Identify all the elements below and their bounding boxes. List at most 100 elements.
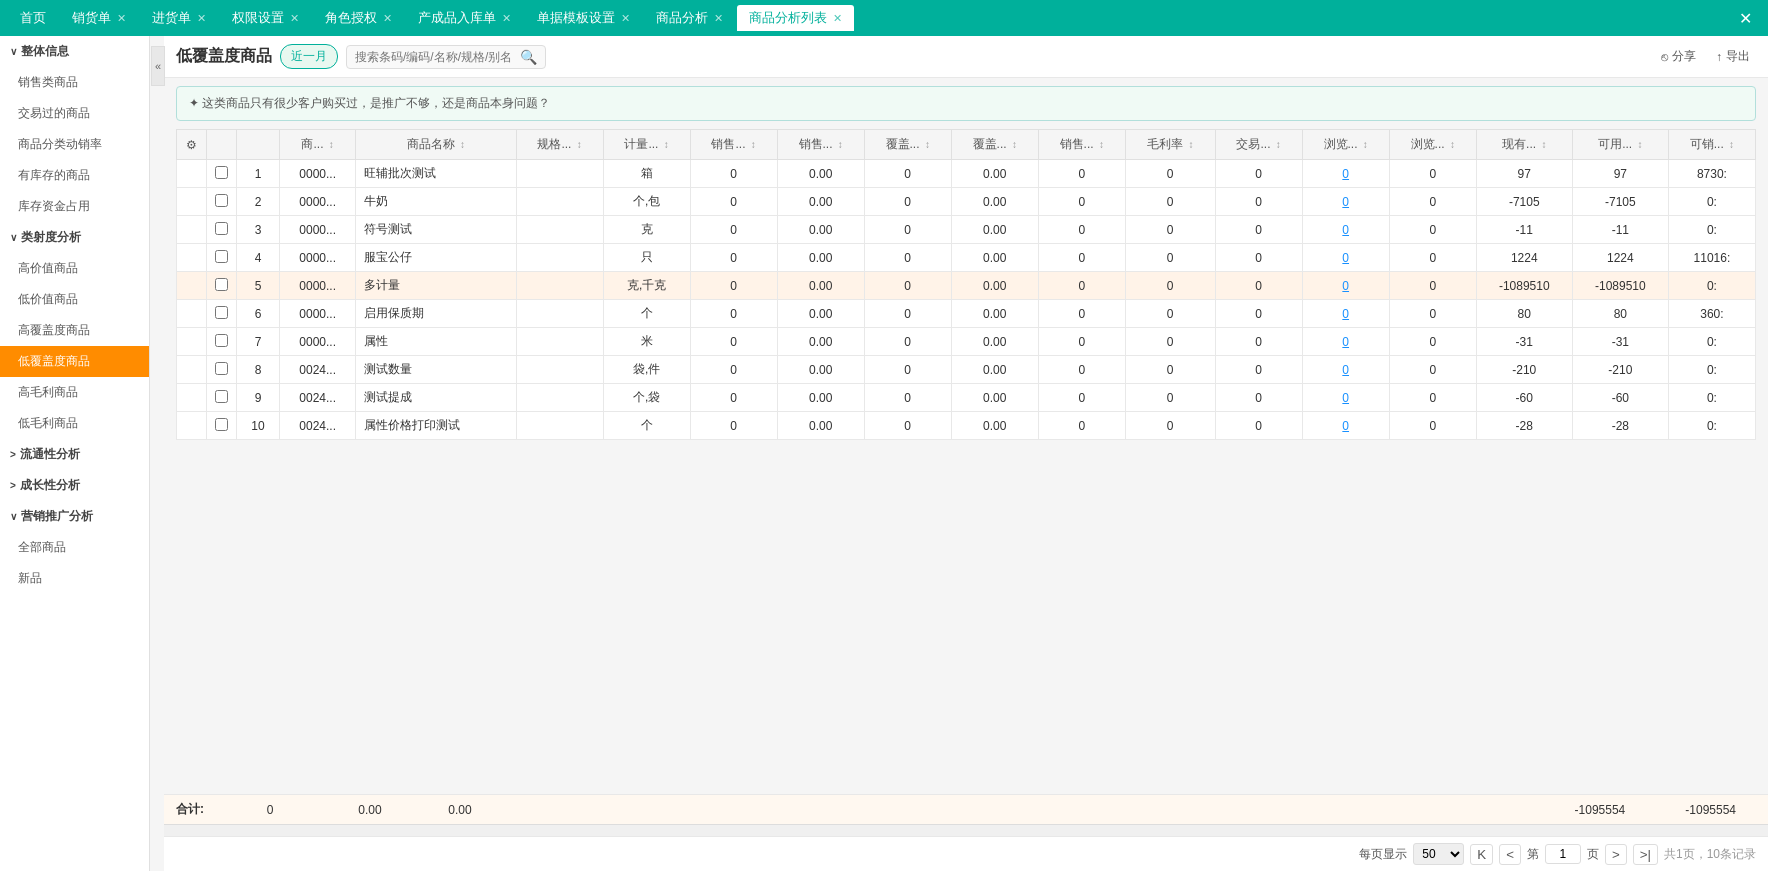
cell-checkbox[interactable] — [207, 160, 237, 188]
first-page-button[interactable]: K — [1470, 844, 1493, 865]
sidebar-item-capital-occupy[interactable]: 库存资金占用 — [0, 191, 149, 222]
sidebar-group-marketing[interactable]: ∨ 营销推广分析 — [0, 501, 149, 532]
last-page-button[interactable]: >| — [1633, 844, 1658, 865]
cell-browse1[interactable]: 0 — [1302, 384, 1389, 412]
browse1-link[interactable]: 0 — [1342, 251, 1349, 265]
next-page-button[interactable]: > — [1605, 844, 1627, 865]
nav-tab-permissions[interactable]: 权限设置 ✕ — [220, 5, 311, 31]
browse1-link[interactable]: 0 — [1342, 307, 1349, 321]
th-unit[interactable]: 计量... ↕ — [603, 130, 690, 160]
th-code[interactable]: 商... ↕ — [280, 130, 356, 160]
th-settings[interactable]: ⚙ — [177, 130, 207, 160]
search-input[interactable] — [355, 50, 520, 64]
nav-tab-products-in-close[interactable]: ✕ — [502, 12, 511, 25]
sidebar-item-low-value[interactable]: 低价值商品 — [0, 284, 149, 315]
th-transaction[interactable]: 交易... ↕ — [1215, 130, 1302, 160]
th-available[interactable]: 可用... ↕ — [1572, 130, 1668, 160]
page-size-select[interactable]: 50 100 200 — [1413, 843, 1464, 865]
browse1-link[interactable]: 0 — [1342, 335, 1349, 349]
nav-tab-sales[interactable]: 销货单 ✕ — [60, 5, 138, 31]
th-sales-qty[interactable]: 销售... ↕ — [690, 130, 777, 160]
cell-checkbox[interactable] — [207, 188, 237, 216]
cell-checkbox[interactable] — [207, 412, 237, 440]
sidebar-group-growth[interactable]: > 成长性分析 — [0, 470, 149, 501]
browse1-link[interactable]: 0 — [1342, 223, 1349, 237]
sidebar-item-new-products[interactable]: 新品 — [0, 563, 149, 594]
th-spec[interactable]: 规格... ↕ — [516, 130, 603, 160]
browse1-link[interactable]: 0 — [1342, 363, 1349, 377]
sidebar-item-turnover-rate[interactable]: 商品分类动销率 — [0, 129, 149, 160]
th-gross-rate[interactable]: 毛利率 ↕ — [1125, 130, 1215, 160]
cell-browse1[interactable]: 0 — [1302, 328, 1389, 356]
nav-tab-products-in[interactable]: 产成品入库单 ✕ — [406, 5, 523, 31]
row-checkbox[interactable] — [215, 334, 228, 347]
current-page-input[interactable] — [1545, 844, 1581, 864]
th-browse1[interactable]: 浏览... ↕ — [1302, 130, 1389, 160]
export-button[interactable]: ↑ 导出 — [1710, 45, 1756, 68]
filter-recent-month-button[interactable]: 近一月 — [280, 44, 338, 69]
nav-tab-purchase-close[interactable]: ✕ — [197, 12, 206, 25]
row-checkbox[interactable] — [215, 166, 228, 179]
row-checkbox[interactable] — [215, 278, 228, 291]
row-checkbox[interactable] — [215, 222, 228, 235]
cell-checkbox[interactable] — [207, 216, 237, 244]
nav-tab-home[interactable]: 首页 — [8, 5, 58, 31]
nav-tab-analytics[interactable]: 商品分析 ✕ — [644, 5, 735, 31]
browse1-link[interactable]: 0 — [1342, 195, 1349, 209]
table-container[interactable]: ⚙ 商... ↕ 商品名称 ↕ 规格... ↕ 计量... ↕ 销售... ↕ … — [164, 129, 1768, 794]
browse1-link[interactable]: 0 — [1342, 391, 1349, 405]
sidebar-item-sales-products[interactable]: 销售类商品 — [0, 67, 149, 98]
nav-tab-analytics-list-close[interactable]: ✕ — [833, 12, 842, 25]
th-coverage1[interactable]: 覆盖... ↕ — [864, 130, 951, 160]
browse1-link[interactable]: 0 — [1342, 167, 1349, 181]
nav-tab-roles-close[interactable]: ✕ — [383, 12, 392, 25]
sidebar-item-high-coverage[interactable]: 高覆盖度商品 — [0, 315, 149, 346]
th-name[interactable]: 商品名称 ↕ — [356, 130, 516, 160]
sidebar-item-high-value[interactable]: 高价值商品 — [0, 253, 149, 284]
nav-tab-template-close[interactable]: ✕ — [621, 12, 630, 25]
sidebar-item-low-profit[interactable]: 低毛利商品 — [0, 408, 149, 439]
sidebar-item-all-products[interactable]: 全部商品 — [0, 532, 149, 563]
sidebar-group-quality[interactable]: ∨ 类射度分析 — [0, 222, 149, 253]
browse1-link[interactable]: 0 — [1342, 419, 1349, 433]
cell-checkbox[interactable] — [207, 300, 237, 328]
nav-tab-sales-close[interactable]: ✕ — [117, 12, 126, 25]
row-checkbox[interactable] — [215, 194, 228, 207]
cell-browse1[interactable]: 0 — [1302, 160, 1389, 188]
th-browse2[interactable]: 浏览... ↕ — [1389, 130, 1476, 160]
row-checkbox[interactable] — [215, 362, 228, 375]
horizontal-scrollbar[interactable] — [164, 824, 1768, 836]
cell-browse1[interactable]: 0 — [1302, 216, 1389, 244]
cell-browse1[interactable]: 0 — [1302, 412, 1389, 440]
share-button[interactable]: ⎋ 分享 — [1655, 45, 1702, 68]
cell-checkbox[interactable] — [207, 356, 237, 384]
nav-tab-roles[interactable]: 角色授权 ✕ — [313, 5, 404, 31]
sidebar-item-high-profit[interactable]: 高毛利商品 — [0, 377, 149, 408]
sidebar-item-in-stock[interactable]: 有库存的商品 — [0, 160, 149, 191]
th-sellable[interactable]: 可销... ↕ — [1668, 130, 1755, 160]
cell-browse1[interactable]: 0 — [1302, 188, 1389, 216]
row-checkbox[interactable] — [215, 250, 228, 263]
browse1-link[interactable]: 0 — [1342, 279, 1349, 293]
close-all-tabs-button[interactable]: ✕ — [1731, 9, 1760, 28]
th-coverage2[interactable]: 覆盖... ↕ — [951, 130, 1038, 160]
cell-checkbox[interactable] — [207, 328, 237, 356]
nav-tab-permissions-close[interactable]: ✕ — [290, 12, 299, 25]
row-checkbox[interactable] — [215, 418, 228, 431]
cell-browse1[interactable]: 0 — [1302, 244, 1389, 272]
nav-tab-purchase[interactable]: 进货单 ✕ — [140, 5, 218, 31]
prev-page-button[interactable]: < — [1499, 844, 1521, 865]
nav-tab-template[interactable]: 单据模板设置 ✕ — [525, 5, 642, 31]
row-checkbox[interactable] — [215, 390, 228, 403]
row-checkbox[interactable] — [215, 306, 228, 319]
cell-browse1[interactable]: 0 — [1302, 272, 1389, 300]
sidebar-item-low-coverage[interactable]: 低覆盖度商品 — [0, 346, 149, 377]
th-sales-amount[interactable]: 销售... ↕ — [777, 130, 864, 160]
nav-tab-analytics-close[interactable]: ✕ — [714, 12, 723, 25]
cell-checkbox[interactable] — [207, 244, 237, 272]
cell-browse1[interactable]: 0 — [1302, 300, 1389, 328]
sidebar-group-flow[interactable]: > 流通性分析 — [0, 439, 149, 470]
th-sales-days[interactable]: 销售... ↕ — [1038, 130, 1125, 160]
cell-checkbox[interactable] — [207, 384, 237, 412]
nav-tab-analytics-list[interactable]: 商品分析列表 ✕ — [737, 5, 854, 31]
